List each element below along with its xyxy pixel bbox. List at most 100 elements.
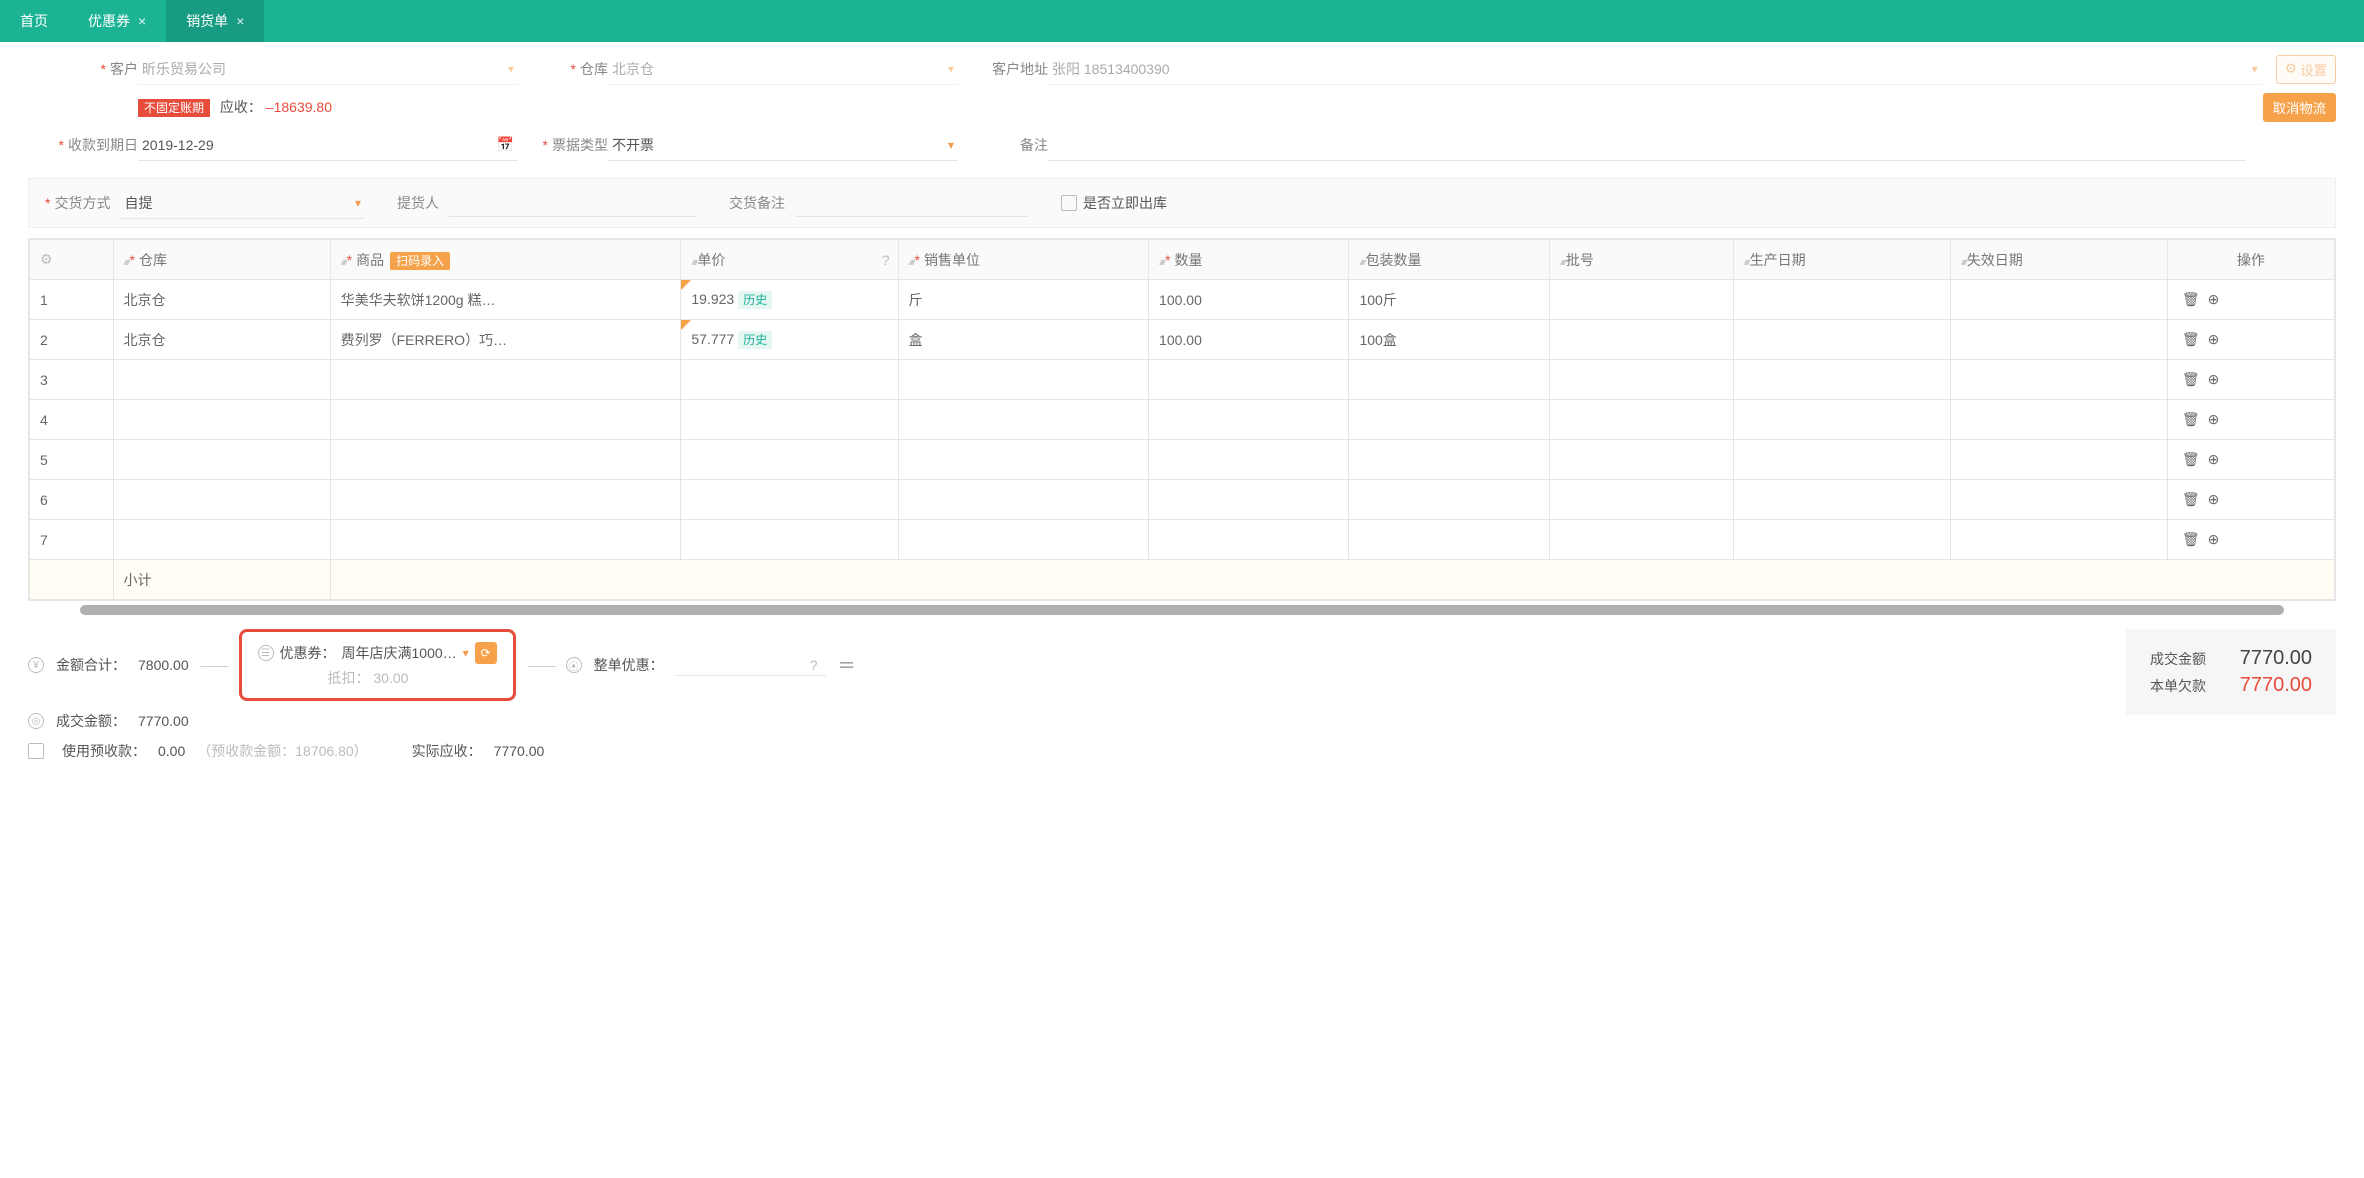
use-prepay-checkbox[interactable]: [28, 743, 44, 759]
warehouse-input[interactable]: [612, 61, 948, 77]
add-row-icon[interactable]: ⊕: [2208, 371, 2220, 387]
th-price[interactable]: ▴▾单价?: [681, 240, 898, 280]
picker-input[interactable]: [449, 189, 697, 205]
delete-row-icon[interactable]: 🗑: [2182, 491, 2200, 507]
chevron-down-icon[interactable]: ▾: [2252, 62, 2258, 76]
add-row-icon[interactable]: ⊕: [2208, 531, 2220, 547]
tab-sales-order[interactable]: 销货单×: [166, 0, 264, 42]
actual-recv-value: 7770.00: [494, 743, 545, 759]
gear-icon: ⚙: [2285, 61, 2297, 77]
cell-pack-qty[interactable]: 100盒: [1349, 320, 1549, 360]
refresh-coupon-button[interactable]: ⟳: [475, 642, 497, 664]
th-product[interactable]: ▴▾*商品扫码录入: [330, 240, 681, 280]
cell-qty[interactable]: 100.00: [1149, 320, 1349, 360]
order-discount-input[interactable]: ?: [676, 654, 826, 676]
customer-address-input[interactable]: [1052, 61, 2252, 77]
close-icon[interactable]: ×: [236, 13, 244, 29]
deal-icon: ◎: [28, 713, 44, 729]
delivery-method-label: 交货方式: [54, 195, 110, 211]
gear-icon[interactable]: ⚙: [40, 251, 53, 267]
add-row-icon[interactable]: ⊕: [2208, 291, 2220, 307]
cell-prod-date[interactable]: [1733, 280, 1950, 320]
cell-unit[interactable]: 斤: [898, 280, 1149, 320]
add-row-icon[interactable]: ⊕: [2208, 331, 2220, 347]
total-label: 金额合计：: [56, 655, 126, 675]
chevron-down-icon[interactable]: ▾: [463, 646, 469, 660]
customer-address-label: 客户地址: [992, 61, 1048, 77]
delete-row-icon[interactable]: 🗑: [2182, 331, 2200, 347]
cell-batch[interactable]: [1549, 280, 1733, 320]
row-number: 6: [30, 480, 114, 520]
row-number: 1: [30, 280, 114, 320]
row-number: 3: [30, 360, 114, 400]
cell-pack-qty[interactable]: 100斤: [1349, 280, 1549, 320]
table-row[interactable]: 3 🗑 ⊕: [30, 360, 2335, 400]
cancel-logistics-button[interactable]: 取消物流: [2263, 93, 2336, 122]
cell-exp-date[interactable]: [1950, 280, 2167, 320]
cell-product[interactable]: 华美华夫软饼1200g 糕…: [330, 280, 681, 320]
cell-warehouse[interactable]: 北京仓: [113, 280, 330, 320]
add-row-icon[interactable]: ⊕: [2208, 491, 2220, 507]
th-prod-date[interactable]: ▴▾生产日期: [1733, 240, 1950, 280]
cell-batch[interactable]: [1549, 320, 1733, 360]
chevron-down-icon[interactable]: ▾: [508, 62, 514, 76]
receivable-value: –18639.80: [266, 99, 332, 115]
delete-row-icon[interactable]: 🗑: [2182, 411, 2200, 427]
tab-coupon[interactable]: 优惠券×: [68, 0, 166, 42]
table-row[interactable]: 6 🗑 ⊕: [30, 480, 2335, 520]
th-batch[interactable]: ▴▾批号: [1549, 240, 1733, 280]
cell-unit[interactable]: 盒: [898, 320, 1149, 360]
summary-area: ¥ 金额合计： 7800.00 — — ☰ 优惠券： 周年店庆满1000… ▾ …: [0, 619, 2364, 789]
history-badge[interactable]: 历史: [738, 291, 772, 309]
cell-price[interactable]: 19.923历史: [681, 280, 898, 320]
th-unit[interactable]: ▴▾*销售单位: [898, 240, 1149, 280]
right-deal-value: 7770.00: [2240, 647, 2312, 670]
th-ops: 操作: [2167, 240, 2334, 280]
scan-input-badge[interactable]: 扫码录入: [390, 252, 450, 270]
customer-input[interactable]: [142, 61, 508, 77]
delete-row-icon[interactable]: 🗑: [2182, 531, 2200, 547]
delivery-note-input[interactable]: [795, 189, 1029, 205]
delete-row-icon[interactable]: 🗑: [2182, 451, 2200, 467]
pay-date-input[interactable]: [142, 137, 514, 153]
cell-qty[interactable]: 100.00: [1149, 280, 1349, 320]
th-exp-date[interactable]: ▴▾失效日期: [1950, 240, 2167, 280]
settings-button[interactable]: ⚙ 设置: [2276, 55, 2336, 84]
right-owe-label: 本单欠款: [2150, 676, 2206, 696]
chevron-down-icon[interactable]: ▾: [355, 196, 361, 210]
help-icon[interactable]: ?: [882, 252, 890, 268]
add-row-icon[interactable]: ⊕: [2208, 451, 2220, 467]
immediate-out-checkbox[interactable]: [1061, 195, 1077, 211]
calendar-icon[interactable]: 📅: [497, 136, 514, 153]
table-row[interactable]: 7🗑⊕: [30, 520, 2335, 560]
horizontal-scrollbar[interactable]: [80, 605, 2284, 615]
cell-product[interactable]: 费列罗（FERRERO）巧…: [330, 320, 681, 360]
remark-input[interactable]: [1052, 137, 2242, 153]
th-warehouse[interactable]: ▴▾*仓库: [113, 240, 330, 280]
table-row[interactable]: 1北京仓华美华夫软饼1200g 糕…19.923历史斤100.00100斤 🗑 ⊕: [30, 280, 2335, 320]
cell-prod-date[interactable]: [1733, 320, 1950, 360]
unfixed-period-badge: 不固定账期: [138, 99, 210, 117]
tab-home[interactable]: 首页: [0, 0, 68, 42]
picker-label: 提货人: [397, 195, 439, 211]
bill-type-input[interactable]: [612, 137, 948, 153]
chevron-down-icon[interactable]: ▾: [948, 62, 954, 76]
delete-row-icon[interactable]: 🗑: [2182, 291, 2200, 307]
table-row[interactable]: 2北京仓费列罗（FERRERO）巧…57.777历史盒100.00100盒🗑⊕: [30, 320, 2335, 360]
table-row[interactable]: 4🗑⊕: [30, 400, 2335, 440]
cell-price[interactable]: 57.777历史: [681, 320, 898, 360]
help-icon[interactable]: ?: [810, 657, 818, 673]
chevron-down-icon[interactable]: ▾: [948, 138, 954, 152]
th-pack-qty[interactable]: ▴▾包装数量: [1349, 240, 1549, 280]
th-qty[interactable]: ▴▾*数量: [1149, 240, 1349, 280]
close-icon[interactable]: ×: [138, 13, 146, 29]
delivery-method-input[interactable]: [124, 195, 355, 211]
cell-warehouse[interactable]: 北京仓: [113, 320, 330, 360]
summary-card: 成交金额 7770.00 本单欠款 7770.00: [2126, 629, 2336, 715]
cell-exp-date[interactable]: [1950, 320, 2167, 360]
table-row[interactable]: 5🗑⊕: [30, 440, 2335, 480]
subtotal-label: 小计: [113, 560, 330, 600]
delete-row-icon[interactable]: 🗑: [2182, 371, 2200, 387]
history-badge[interactable]: 历史: [738, 331, 772, 349]
add-row-icon[interactable]: ⊕: [2208, 411, 2220, 427]
